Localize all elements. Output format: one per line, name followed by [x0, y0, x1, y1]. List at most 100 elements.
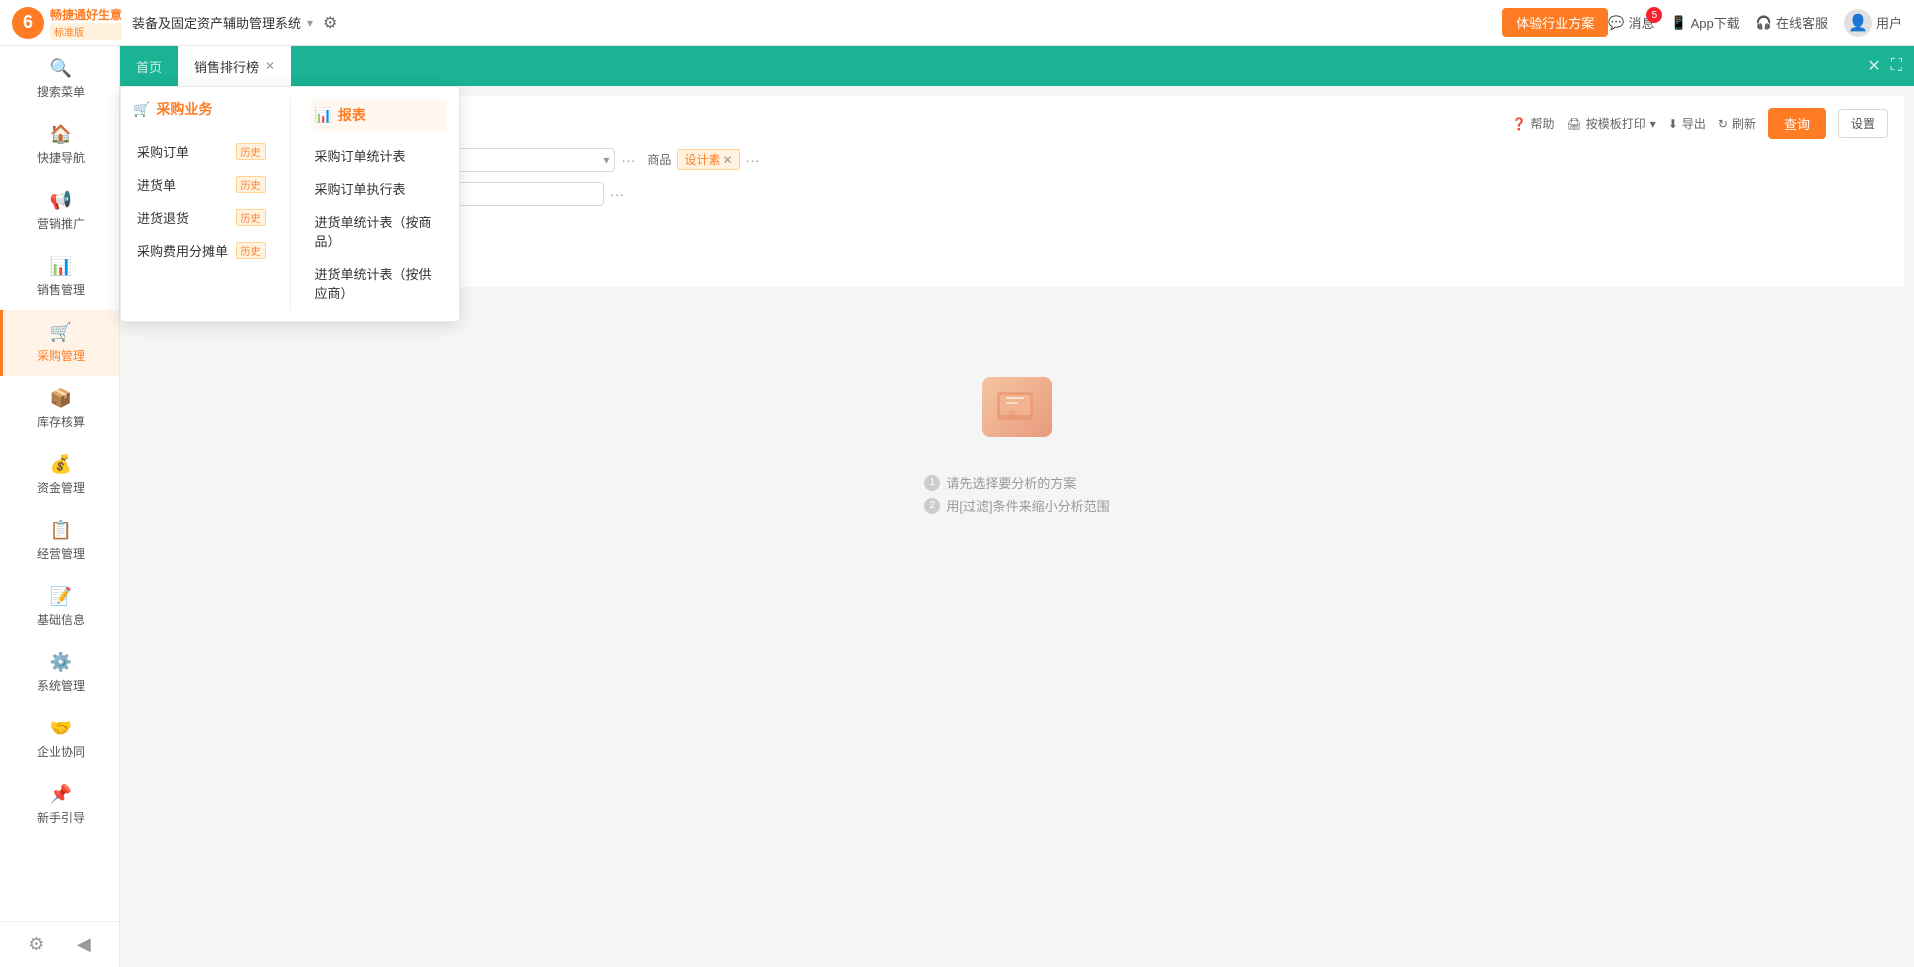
- home-icon: 🏠: [50, 124, 72, 145]
- app-download-btn[interactable]: 📱 App下载: [1670, 13, 1739, 32]
- sidebar-item-label: 企业协同: [37, 743, 85, 760]
- help-icon: ❓: [1512, 117, 1527, 131]
- step2-num: 2: [924, 498, 940, 514]
- sidebar-item-operations[interactable]: 📋 经营管理: [0, 508, 119, 574]
- goods-filter: 商品 设计素 ✕ ···: [647, 149, 759, 170]
- salesperson-more-icon[interactable]: ···: [610, 186, 624, 202]
- sidebar-item-enterprise[interactable]: 🤝 企业协同: [0, 706, 119, 772]
- settings-icon[interactable]: ⚙: [28, 934, 44, 955]
- industry-btn[interactable]: 体验行业方案: [1502, 8, 1608, 37]
- empty-box-icon: [982, 377, 1052, 437]
- purchase-order-stats-item[interactable]: 采购订单统计表: [311, 139, 448, 172]
- purchase-report-title: 📊 报表: [311, 99, 448, 131]
- close-window-icon[interactable]: ✕: [1867, 56, 1880, 76]
- system-gear-icon[interactable]: ⚙: [323, 13, 337, 33]
- sales-icon: 📊: [50, 256, 72, 277]
- sidebar-item-label: 经营管理: [37, 545, 85, 562]
- tab-home[interactable]: 首页: [120, 46, 178, 86]
- topbar: 6 畅捷通好生意 标准版 装备及固定资产辅助管理系统 ▾ ⚙ 体验行业方案 💬 …: [0, 0, 1914, 46]
- step1-num: 1: [924, 475, 940, 491]
- purchase-business-title: 🛒 采购业务: [133, 99, 270, 125]
- sidebar-item-sales[interactable]: 📊 销售管理: [0, 244, 119, 310]
- sidebar-item-purchase[interactable]: 🛒 采购管理: [0, 310, 119, 376]
- export-btn[interactable]: ⬇ 导出: [1668, 115, 1706, 132]
- service-btn[interactable]: 🎧 在线客服: [1756, 13, 1828, 32]
- system-arrow-icon[interactable]: ▾: [307, 16, 313, 30]
- empty-state: 1 请先选择要分析的方案 2 用[过滤]条件来缩小分析范围: [130, 297, 1904, 599]
- avatar: 👤: [1844, 9, 1872, 37]
- purchase-report-section: 📊 报表 采购订单统计表 采购订单执行表 进货单统计表（按商品） 进货单统计表（…: [311, 99, 448, 309]
- purchase-business-icon: 🛒: [133, 101, 150, 118]
- phone-icon: 📱: [1670, 15, 1686, 31]
- sidebar-item-guide[interactable]: 📌 新手引导: [0, 772, 119, 838]
- tab-close-icon[interactable]: ✕: [265, 59, 275, 73]
- sidebar: 🔍 搜索菜单 🏠 快捷导航 📢 营销推广 📊 销售管理 🛒 采购管理 📦 库存核…: [0, 46, 120, 967]
- empty-icon-container: [967, 377, 1067, 457]
- system-name: 装备及固定资产辅助管理系统: [132, 13, 301, 32]
- print-icon: 🖨: [1567, 117, 1582, 131]
- salesperson-input[interactable]: [444, 182, 604, 206]
- purchase-business-section: 🛒 采购业务 采购订单 历史 进货单 历史 进货退货 历史 采购费用分摊单 历史: [133, 99, 270, 309]
- sidebar-item-marketing[interactable]: 📢 营销推广: [0, 178, 119, 244]
- message-btn[interactable]: 💬 消息 5: [1608, 13, 1654, 32]
- sidebar-bottom: ⚙ ◀: [0, 921, 119, 967]
- print-arrow-icon: ▾: [1650, 117, 1656, 131]
- tabbar-actions: ✕ ⛶: [1867, 56, 1914, 76]
- purchase-order-exec-item[interactable]: 采购订单执行表: [311, 172, 448, 205]
- sidebar-item-label: 新手引导: [37, 809, 85, 826]
- marketing-icon: 📢: [50, 190, 72, 211]
- sidebar-item-capital[interactable]: 💰 资金管理: [0, 442, 119, 508]
- print-btn[interactable]: 🖨 按模板打印 ▾: [1567, 115, 1656, 132]
- purchase-icon: 🛒: [50, 322, 72, 343]
- sidebar-item-label: 系统管理: [37, 677, 85, 694]
- user-btn[interactable]: 👤 用户: [1844, 9, 1902, 37]
- basic-info-icon: 📝: [50, 586, 72, 607]
- empty-text: 1 请先选择要分析的方案 2 用[过滤]条件来缩小分析范围: [924, 473, 1109, 519]
- goods-stats-by-product-item[interactable]: 进货单统计表（按商品）: [311, 205, 448, 257]
- expand-icon[interactable]: ⛶: [1891, 57, 1902, 75]
- goods-receipt-item[interactable]: 进货单 历史: [133, 168, 270, 201]
- operations-icon: 📋: [50, 520, 72, 541]
- system-icon: ⚙️: [50, 652, 72, 673]
- refresh-icon: ↻: [1718, 117, 1728, 131]
- purchase-expense-item[interactable]: 采购费用分摊单 历史: [133, 234, 270, 267]
- purchase-order-item[interactable]: 采购订单 历史: [133, 135, 270, 168]
- refresh-btn[interactable]: ↻ 刷新: [1718, 115, 1756, 132]
- help-btn[interactable]: ❓ 帮助: [1512, 115, 1555, 132]
- sidebar-item-label: 采购管理: [37, 347, 85, 364]
- guide-icon: 📌: [50, 784, 72, 805]
- message-icon: 💬: [1608, 15, 1624, 31]
- menu-divider: [290, 99, 291, 309]
- sidebar-item-label: 营销推广: [37, 215, 85, 232]
- goods-more-icon[interactable]: ···: [746, 152, 760, 168]
- sidebar-item-label: 基础信息: [37, 611, 85, 628]
- logo-area: 6 畅捷通好生意 标准版: [12, 6, 132, 40]
- topbar-right: 💬 消息 5 📱 App下载 🎧 在线客服 👤 用户: [1608, 9, 1902, 37]
- query-btn[interactable]: 查询: [1768, 108, 1826, 139]
- sidebar-item-label: 搜索菜单: [37, 83, 85, 100]
- purchase-dropdown-menu: 🛒 采购业务 采购订单 历史 进货单 历史 进货退货 历史 采购费用分摊单 历史…: [120, 86, 460, 322]
- capital-icon: 💰: [50, 454, 72, 475]
- doc-status-arrow-icon: ▾: [603, 153, 609, 167]
- sidebar-item-label: 资金管理: [37, 479, 85, 496]
- collapse-icon[interactable]: ◀: [77, 934, 91, 955]
- sidebar-item-system[interactable]: ⚙️ 系统管理: [0, 640, 119, 706]
- doc-status-more-icon[interactable]: ···: [621, 152, 635, 168]
- search-icon: 🔍: [50, 58, 72, 79]
- headset-icon: 🎧: [1756, 15, 1772, 31]
- sidebar-item-inventory[interactable]: 📦 库存核算: [0, 376, 119, 442]
- empty-illustration: [992, 387, 1042, 427]
- tab-sales-ranking-label: 销售排行榜: [194, 57, 259, 76]
- goods-return-item[interactable]: 进货退货 历史: [133, 201, 270, 234]
- sidebar-item-basic-info[interactable]: 📝 基础信息: [0, 574, 119, 640]
- goods-stats-by-supplier-item[interactable]: 进货单统计表（按供应商）: [311, 257, 448, 309]
- tab-sales-ranking[interactable]: 销售排行榜 ✕: [178, 46, 291, 86]
- sidebar-item-quick-nav[interactable]: 🏠 快捷导航: [0, 112, 119, 178]
- settings-btn[interactable]: 设置: [1838, 109, 1888, 138]
- report-icon: 📊: [315, 107, 332, 124]
- sidebar-item-search[interactable]: 🔍 搜索菜单: [0, 46, 119, 112]
- system-selector[interactable]: 装备及固定资产辅助管理系统 ▾ ⚙: [132, 13, 1502, 33]
- tab-home-label: 首页: [136, 57, 162, 76]
- logo-text: 畅捷通好生意 标准版: [50, 6, 122, 40]
- goods-tag-close-icon[interactable]: ✕: [722, 153, 732, 167]
